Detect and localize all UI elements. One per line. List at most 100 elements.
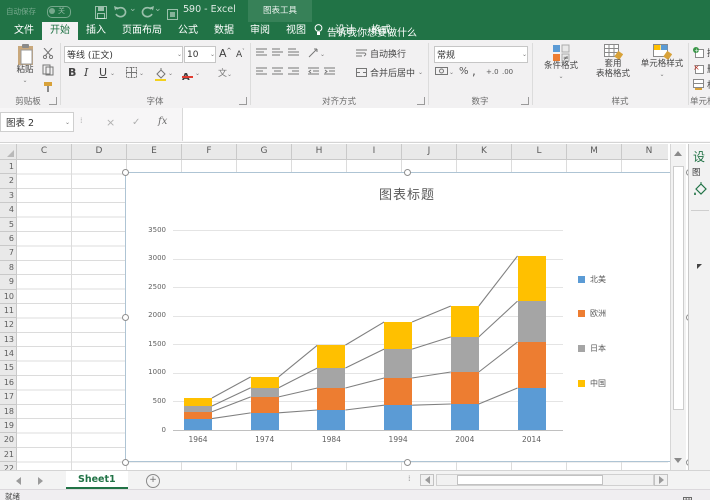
decrease-font-icon[interactable]: Aˇ <box>236 49 245 60</box>
number-format-select[interactable]: 常规 ⌄ <box>434 46 528 63</box>
paste-button[interactable]: 粘贴 ⌄ <box>8 44 42 85</box>
vertical-scroll-thumb[interactable] <box>673 166 684 410</box>
row-header-10[interactable]: 10 <box>0 290 16 304</box>
legend-item-北美[interactable]: 北美 <box>578 262 606 297</box>
align-top-icon[interactable] <box>256 48 267 57</box>
undo-icon[interactable] <box>114 4 129 23</box>
comma-style-button[interactable]: , <box>472 64 476 78</box>
delete-cells-button[interactable]: × 删除 <box>693 62 710 75</box>
fill-bucket-icon[interactable] <box>693 182 707 201</box>
row-header-21[interactable]: 21 <box>0 448 16 462</box>
legend-item-日本[interactable]: 日本 <box>578 331 606 366</box>
merge-center-button[interactable]: 合并后居中 ⌄ <box>356 66 423 79</box>
bar-segment-欧洲[interactable] <box>251 397 279 413</box>
hscroll-right-icon[interactable] <box>654 474 668 486</box>
column-header-L[interactable]: L <box>512 144 567 159</box>
alignment-dialog-launcher-icon[interactable] <box>417 97 425 105</box>
bar-segment-北美[interactable] <box>451 404 479 430</box>
bar-segment-欧洲[interactable] <box>184 412 212 419</box>
bar-segment-北美[interactable] <box>518 388 546 430</box>
bar-segment-中国[interactable] <box>451 306 479 337</box>
hscroll-left-icon[interactable] <box>420 474 434 486</box>
bar-segment-日本[interactable] <box>518 301 546 342</box>
increase-font-icon[interactable]: A^ <box>219 47 232 60</box>
font-name-select[interactable]: 等线 (正文) ⌄ <box>64 46 183 63</box>
row-header-13[interactable]: 13 <box>0 333 16 347</box>
column-header-C[interactable]: C <box>17 144 72 159</box>
decrease-indent-icon[interactable] <box>308 67 319 76</box>
tab-数据[interactable]: 数据 <box>206 22 242 40</box>
fill-color-dropdown-icon[interactable]: ⌄ <box>168 70 173 77</box>
column-header-I[interactable]: I <box>347 144 402 159</box>
orientation-icon[interactable] <box>308 47 319 58</box>
vertical-scrollbar[interactable] <box>670 144 686 470</box>
tab-审阅[interactable]: 审阅 <box>242 22 278 40</box>
decrease-decimal-button[interactable]: .00 <box>502 68 513 76</box>
row-header-2[interactable]: 2 <box>0 174 16 188</box>
row-header-16[interactable]: 16 <box>0 376 16 390</box>
row-header-11[interactable]: 11 <box>0 304 16 318</box>
formula-bar-splitter[interactable]: ⁞ <box>80 116 83 125</box>
underline-button[interactable]: U <box>99 66 107 79</box>
column-header-K[interactable]: K <box>457 144 512 159</box>
bar-segment-日本[interactable] <box>317 368 345 388</box>
insert-cells-button[interactable]: + 插入 <box>693 46 710 59</box>
chart-selection-handle[interactable] <box>122 314 129 321</box>
row-header-6[interactable]: 6 <box>0 232 16 246</box>
column-header-H[interactable]: H <box>292 144 347 159</box>
format-as-table-button[interactable]: 套用 表格格式 <box>590 44 636 79</box>
horizontal-scroll-thumb[interactable] <box>457 475 603 485</box>
save-icon[interactable] <box>95 4 107 23</box>
align-center-icon[interactable] <box>272 67 283 76</box>
row-header-18[interactable]: 18 <box>0 405 16 419</box>
font-dialog-launcher-icon[interactable] <box>239 97 247 105</box>
row-header-1[interactable]: 1 <box>0 160 16 174</box>
chart-selection-handle[interactable] <box>404 169 411 176</box>
number-dialog-launcher-icon[interactable] <box>521 97 529 105</box>
horizontal-scrollbar[interactable] <box>436 474 654 486</box>
row-header-3[interactable]: 3 <box>0 189 16 203</box>
tab-页面布局[interactable]: 页面布局 <box>114 22 170 40</box>
font-color-icon[interactable]: A <box>182 65 190 84</box>
bar-segment-中国[interactable] <box>317 345 345 368</box>
bar-segment-北美[interactable] <box>184 419 212 430</box>
row-header-14[interactable]: 14 <box>0 347 16 361</box>
tell-me-box[interactable]: 告诉我你想要做什么 <box>314 22 417 40</box>
column-header-F[interactable]: F <box>182 144 237 159</box>
row-header-4[interactable]: 4 <box>0 203 16 217</box>
bar-segment-日本[interactable] <box>184 406 212 412</box>
sheet-nav-left-icon[interactable] <box>16 477 21 485</box>
formula-input[interactable] <box>182 108 710 141</box>
column-header-G[interactable]: G <box>237 144 292 159</box>
bar-segment-欧洲[interactable] <box>518 342 546 388</box>
tab-插入[interactable]: 插入 <box>78 22 114 40</box>
column-header-J[interactable]: J <box>402 144 457 159</box>
align-left-icon[interactable] <box>256 67 267 76</box>
row-header-8[interactable]: 8 <box>0 261 16 275</box>
fill-color-icon[interactable] <box>154 66 167 85</box>
sheet-nav-right-icon[interactable] <box>38 477 43 485</box>
undo-dropdown-icon[interactable]: ⌄ <box>129 4 137 14</box>
chart-selection-handle[interactable] <box>122 459 129 466</box>
bar-segment-日本[interactable] <box>451 337 479 372</box>
scroll-down-icon[interactable] <box>671 453 685 467</box>
orientation-dropdown-icon[interactable]: ⌄ <box>320 51 325 58</box>
tab-文件[interactable]: 文件 <box>6 22 42 40</box>
cancel-icon[interactable]: × <box>106 116 115 129</box>
row-header-9[interactable]: 9 <box>0 275 16 289</box>
percent-style-button[interactable]: % <box>459 66 469 77</box>
bar-segment-北美[interactable] <box>384 405 412 430</box>
row-header-15[interactable]: 15 <box>0 361 16 375</box>
new-sheet-icon[interactable]: + <box>146 474 160 488</box>
select-all-button[interactable] <box>0 144 17 160</box>
row-header-5[interactable]: 5 <box>0 218 16 232</box>
bar-segment-中国[interactable] <box>384 322 412 349</box>
format-cells-button[interactable]: 格式 <box>693 78 710 91</box>
cell-styles-button[interactable]: 单元格样式 ⌄ <box>638 44 686 79</box>
autosave-toggle[interactable]: 关 <box>47 6 71 18</box>
name-box[interactable]: 图表 2 ⌄ <box>0 112 74 132</box>
task-pane-options-label[interactable]: 图 <box>692 166 701 178</box>
row-header-19[interactable]: 19 <box>0 419 16 433</box>
wrap-text-button[interactable]: 自动换行 <box>356 47 406 60</box>
bold-button[interactable]: B <box>68 66 76 79</box>
